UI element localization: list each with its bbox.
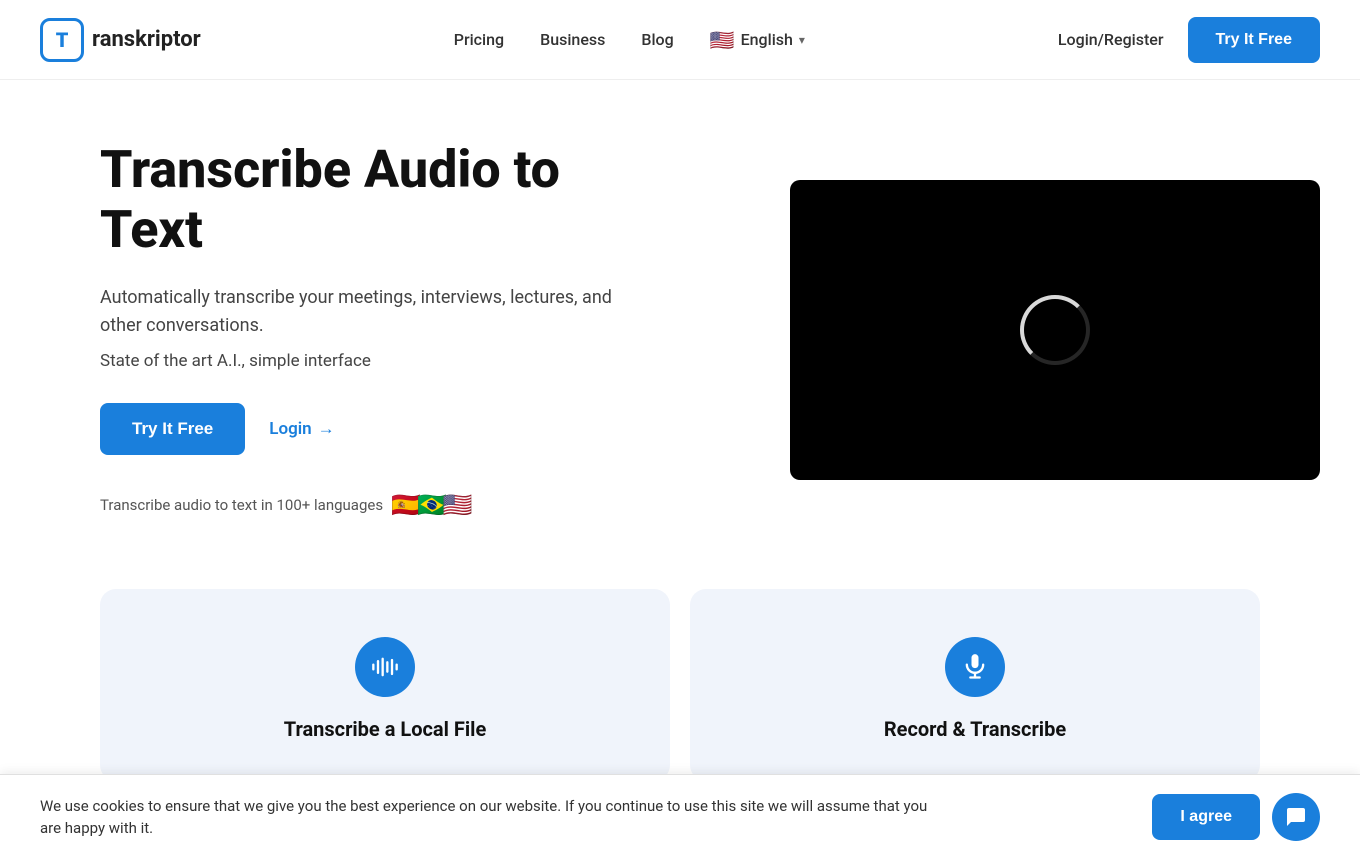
languages-text: Transcribe audio to text in 100+ languag… xyxy=(100,496,383,514)
hero-video xyxy=(790,180,1320,480)
nav-right: Login/Register Try It Free xyxy=(1058,17,1320,63)
nav-blog[interactable]: Blog xyxy=(641,30,673,49)
hero-title: Transcribe Audio to Text xyxy=(100,140,620,260)
nav-try-free-button[interactable]: Try It Free xyxy=(1188,17,1320,63)
card-record-title: Record & Transcribe xyxy=(884,717,1066,741)
navbar: T ranskriptor Pricing Business Blog 🇺🇸 E… xyxy=(0,0,1360,80)
logo-icon: T xyxy=(40,18,84,62)
hero-languages: Transcribe audio to text in 100+ languag… xyxy=(100,491,620,519)
nav-business[interactable]: Business xyxy=(540,30,605,49)
cookie-banner: We use cookies to ensure that we give yo… xyxy=(0,774,1360,859)
hero-subtitle: Automatically transcribe your meetings, … xyxy=(100,284,620,342)
hero-login-link[interactable]: Login → xyxy=(269,419,334,439)
arrow-right-icon: → xyxy=(318,419,335,439)
cookie-text: We use cookies to ensure that we give yo… xyxy=(40,795,940,840)
hero-buttons: Try It Free Login → xyxy=(100,403,620,455)
logo-link[interactable]: T ranskriptor xyxy=(40,18,201,62)
feature-cards: Transcribe a Local File Record & Transcr… xyxy=(0,559,1360,781)
card-local-file-icon-wrap xyxy=(355,637,415,697)
flag-icons: 🇪🇸 🇧🇷 🇺🇸 xyxy=(395,491,473,519)
microphone-icon xyxy=(961,653,989,681)
language-label: English xyxy=(741,30,793,49)
card-local-file-title: Transcribe a Local File xyxy=(284,717,487,741)
cookie-agree-button[interactable]: I agree xyxy=(1152,794,1260,840)
hero-try-free-button[interactable]: Try It Free xyxy=(100,403,245,455)
chat-button[interactable] xyxy=(1272,793,1320,841)
hero-tagline: State of the art A.I., simple interface xyxy=(100,351,620,371)
logo-text: ranskriptor xyxy=(92,27,201,52)
nav-links: Pricing Business Blog 🇺🇸 English ▾ xyxy=(454,28,805,52)
hero-content: Transcribe Audio to Text Automatically t… xyxy=(100,140,620,519)
card-record: Record & Transcribe xyxy=(690,589,1260,781)
logo-letter: T xyxy=(56,28,69,52)
video-loading-spinner xyxy=(1020,295,1090,365)
login-register-link[interactable]: Login/Register xyxy=(1058,30,1164,49)
chevron-down-icon: ▾ xyxy=(799,33,805,47)
cookie-actions: I agree xyxy=(1152,793,1320,841)
flag-icon: 🇺🇸 xyxy=(710,28,735,52)
nav-pricing[interactable]: Pricing xyxy=(454,30,504,49)
card-record-icon-wrap xyxy=(945,637,1005,697)
hero-section: Transcribe Audio to Text Automatically t… xyxy=(0,80,1360,559)
language-selector[interactable]: 🇺🇸 English ▾ xyxy=(710,28,805,52)
chat-icon xyxy=(1284,805,1308,829)
flag-us: 🇺🇸 xyxy=(443,491,473,519)
card-local-file: Transcribe a Local File xyxy=(100,589,670,781)
waveform-icon xyxy=(371,653,399,681)
